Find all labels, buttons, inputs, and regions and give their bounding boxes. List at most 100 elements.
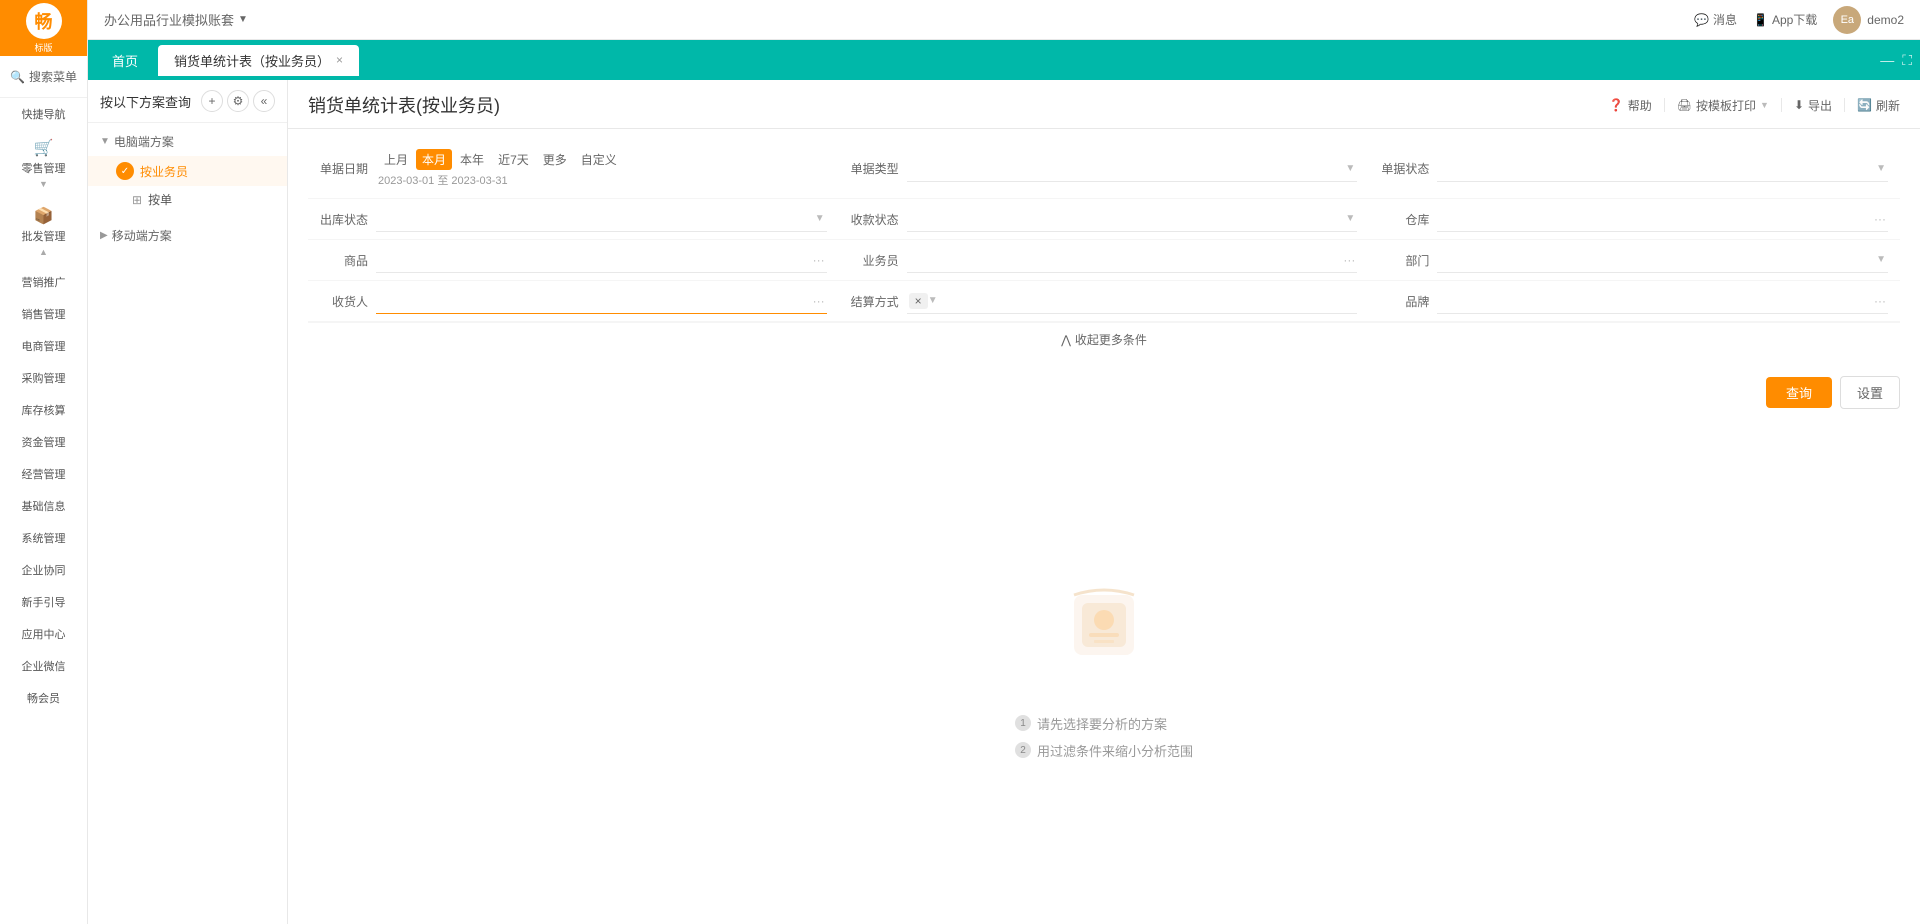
app-selector[interactable]: 办公用品行业模拟账套 ▼ (104, 10, 248, 29)
collapse-panel-button[interactable]: « (253, 90, 275, 112)
product-dots-icon[interactable]: ··· (813, 253, 825, 267)
action-bar: 查询 设置 (288, 366, 1920, 419)
consignee-label: 收货人 (320, 293, 376, 310)
retail-icon: 🛒 (4, 138, 83, 158)
sidebar-item-ecommerce[interactable]: 电商管理 (0, 330, 87, 362)
sidebar-item-system[interactable]: 系统管理 (0, 522, 87, 554)
scheme-subitem-by-order[interactable]: ⊞ 按单 (88, 186, 287, 213)
brand-dots-icon[interactable]: ··· (1874, 294, 1886, 308)
minimize-button[interactable]: — (1880, 52, 1894, 68)
department-dropdown-icon: ▼ (1876, 254, 1886, 265)
settlement-dropdown-icon: ▼ (928, 295, 938, 306)
message-icon: 💬 (1694, 13, 1709, 27)
add-scheme-button[interactable]: + (201, 90, 223, 112)
tab-sales-stat[interactable]: 销货单统计表（按业务员） × (158, 45, 359, 76)
sidebar-item-marketing[interactable]: 营销推广 (0, 266, 87, 298)
date-btn-more[interactable]: 更多 (537, 149, 573, 170)
settlement-tag-close[interactable]: × (915, 294, 922, 308)
sidebar-item-business[interactable]: 经营管理 (0, 458, 87, 490)
scheme-group-desktop-title[interactable]: ▼ 电脑端方案 (88, 127, 287, 156)
scheme-panel-title: 按以下方案查询 (100, 92, 195, 111)
scheme-settings-button[interactable]: ⚙ (227, 90, 249, 112)
logo-icon: 畅 (26, 3, 62, 39)
filter-docstatus-cell: 单据状态 ▼ (1369, 139, 1900, 199)
export-icon: ⬇ (1794, 98, 1804, 112)
page-title-row: 销货单统计表(按业务员) ❓ 帮助 🖨 按模板打印 ▼ (308, 92, 1900, 118)
settlement-tag: × (909, 293, 928, 309)
sidebar-item-wechat[interactable]: 企业微信 (0, 650, 87, 682)
empty-state-icon (1054, 575, 1154, 694)
app-download-button[interactable]: 📱 App下载 (1753, 11, 1817, 28)
sidebar-item-retail[interactable]: 🛒 零售管理 ▼ (0, 130, 87, 198)
receiptstatus-control[interactable]: ▼ (907, 206, 1358, 232)
maximize-button[interactable]: ⛶ (1902, 52, 1912, 69)
date-btn-7days[interactable]: 近7天 (492, 149, 535, 170)
hint-num-1: 1 (1015, 715, 1031, 731)
refresh-button[interactable]: 🔄 刷新 (1857, 97, 1900, 114)
template-print-button[interactable]: 🖨 按模板打印 ▼ (1677, 97, 1769, 114)
consignee-dots-icon[interactable]: ··· (813, 294, 825, 308)
consignee-control[interactable]: ··· (376, 288, 827, 314)
outstatus-label: 出库状态 (320, 211, 376, 228)
sidebar-item-finance[interactable]: 资金管理 (0, 426, 87, 458)
help-button[interactable]: ❓ 帮助 (1609, 97, 1652, 114)
search-menu-button[interactable]: 🔍 搜索菜单 (6, 64, 81, 89)
chevron-down-icon: ▼ (39, 179, 48, 189)
tab-close-button[interactable]: × (336, 53, 343, 67)
salesperson-control[interactable]: ··· (907, 247, 1358, 273)
scheme-group-mobile-title[interactable]: ▶ 移动端方案 (88, 221, 287, 250)
export-button[interactable]: ⬇ 导出 (1794, 97, 1832, 114)
settlement-control[interactable]: × ▼ (907, 288, 1358, 314)
hint-item-2: 2 用过滤条件来缩小分析范围 (1015, 741, 1193, 760)
salesperson-dots-icon[interactable]: ··· (1343, 253, 1355, 267)
message-button[interactable]: 💬 消息 (1694, 11, 1737, 28)
scheme-panel-header: 按以下方案查询 + ⚙ « (88, 80, 287, 123)
sidebar-item-purchase[interactable]: 采购管理 (0, 362, 87, 394)
divider-1 (1664, 98, 1665, 112)
tab-home[interactable]: 首页 (96, 45, 154, 76)
user-profile[interactable]: Ea demo2 (1833, 6, 1904, 34)
sidebar-item-inventory[interactable]: 库存核算 (0, 394, 87, 426)
scheme-item-by-salesperson[interactable]: ✓ 按业务员 (88, 156, 287, 186)
scheme-subitem-icon: ⊞ (132, 193, 142, 207)
filter-date-cell: 单据日期 上月 本月 本年 近7天 更多 自定义 2023-03-01 至 20… (308, 139, 839, 199)
empty-hints: 1 请先选择要分析的方案 2 用过滤条件来缩小分析范围 (1015, 714, 1193, 768)
sidebar-item-corp[interactable]: 企业协同 (0, 554, 87, 586)
doctype-control[interactable]: ▼ (907, 156, 1358, 182)
collapse-filter-button[interactable]: ⋀ 收起更多条件 (1061, 331, 1147, 348)
filter-row-4: 收货人 ··· 结算方式 × ▼ (308, 281, 1900, 322)
brand-label: 品牌 (1381, 293, 1437, 310)
receiptstatus-dropdown-icon: ▼ (1345, 213, 1355, 224)
product-control[interactable]: ··· (376, 247, 827, 273)
filter-receiptstatus-cell: 收款状态 ▼ (839, 199, 1370, 240)
sidebar-item-appstore[interactable]: 应用中心 (0, 618, 87, 650)
settings-button[interactable]: 设置 (1840, 376, 1900, 409)
sidebar-item-member[interactable]: 畅会员 (0, 682, 87, 714)
brand-control[interactable]: ··· (1437, 288, 1888, 314)
warehouse-control[interactable]: ··· (1437, 206, 1888, 232)
sidebar-quick-nav[interactable]: 快捷导航 (0, 98, 87, 130)
warehouse-dots-icon[interactable]: ··· (1874, 212, 1886, 226)
filter-salesperson-cell: 业务员 ··· (839, 240, 1370, 281)
date-btn-last-month[interactable]: 上月 (378, 149, 414, 170)
date-btn-custom[interactable]: 自定义 (575, 149, 623, 170)
outstatus-control[interactable]: ▼ (376, 206, 827, 232)
hint-num-2: 2 (1015, 742, 1031, 758)
sidebar-item-basic[interactable]: 基础信息 (0, 490, 87, 522)
sidebar-item-newbie[interactable]: 新手引导 (0, 586, 87, 618)
page-header-actions: ❓ 帮助 🖨 按模板打印 ▼ ⬇ 导出 (1609, 97, 1900, 114)
salesperson-label: 业务员 (851, 252, 907, 269)
download-icon: 📱 (1753, 13, 1768, 27)
sidebar-item-wholesale[interactable]: 📦 批发管理 ▲ (0, 198, 87, 266)
date-control[interactable]: 上月 本月 本年 近7天 更多 自定义 2023-03-01 至 2023-03… (376, 146, 827, 191)
query-button[interactable]: 查询 (1766, 377, 1832, 408)
sidebar: 畅 标版 🔍 搜索菜单 快捷导航 🛒 零售管理 ▼ 📦 批发管理 ▲ 营销推广 … (0, 0, 88, 924)
department-control[interactable]: ▼ (1437, 247, 1888, 273)
date-label: 单据日期 (320, 160, 376, 177)
topbar: 办公用品行业模拟账套 ▼ 💬 消息 📱 App下载 Ea demo2 (88, 0, 1920, 40)
docstatus-control[interactable]: ▼ (1437, 156, 1888, 182)
divider-3 (1844, 98, 1845, 112)
date-btn-this-month[interactable]: 本月 (416, 149, 452, 170)
sidebar-item-sales[interactable]: 销售管理 (0, 298, 87, 330)
date-btn-this-year[interactable]: 本年 (454, 149, 490, 170)
